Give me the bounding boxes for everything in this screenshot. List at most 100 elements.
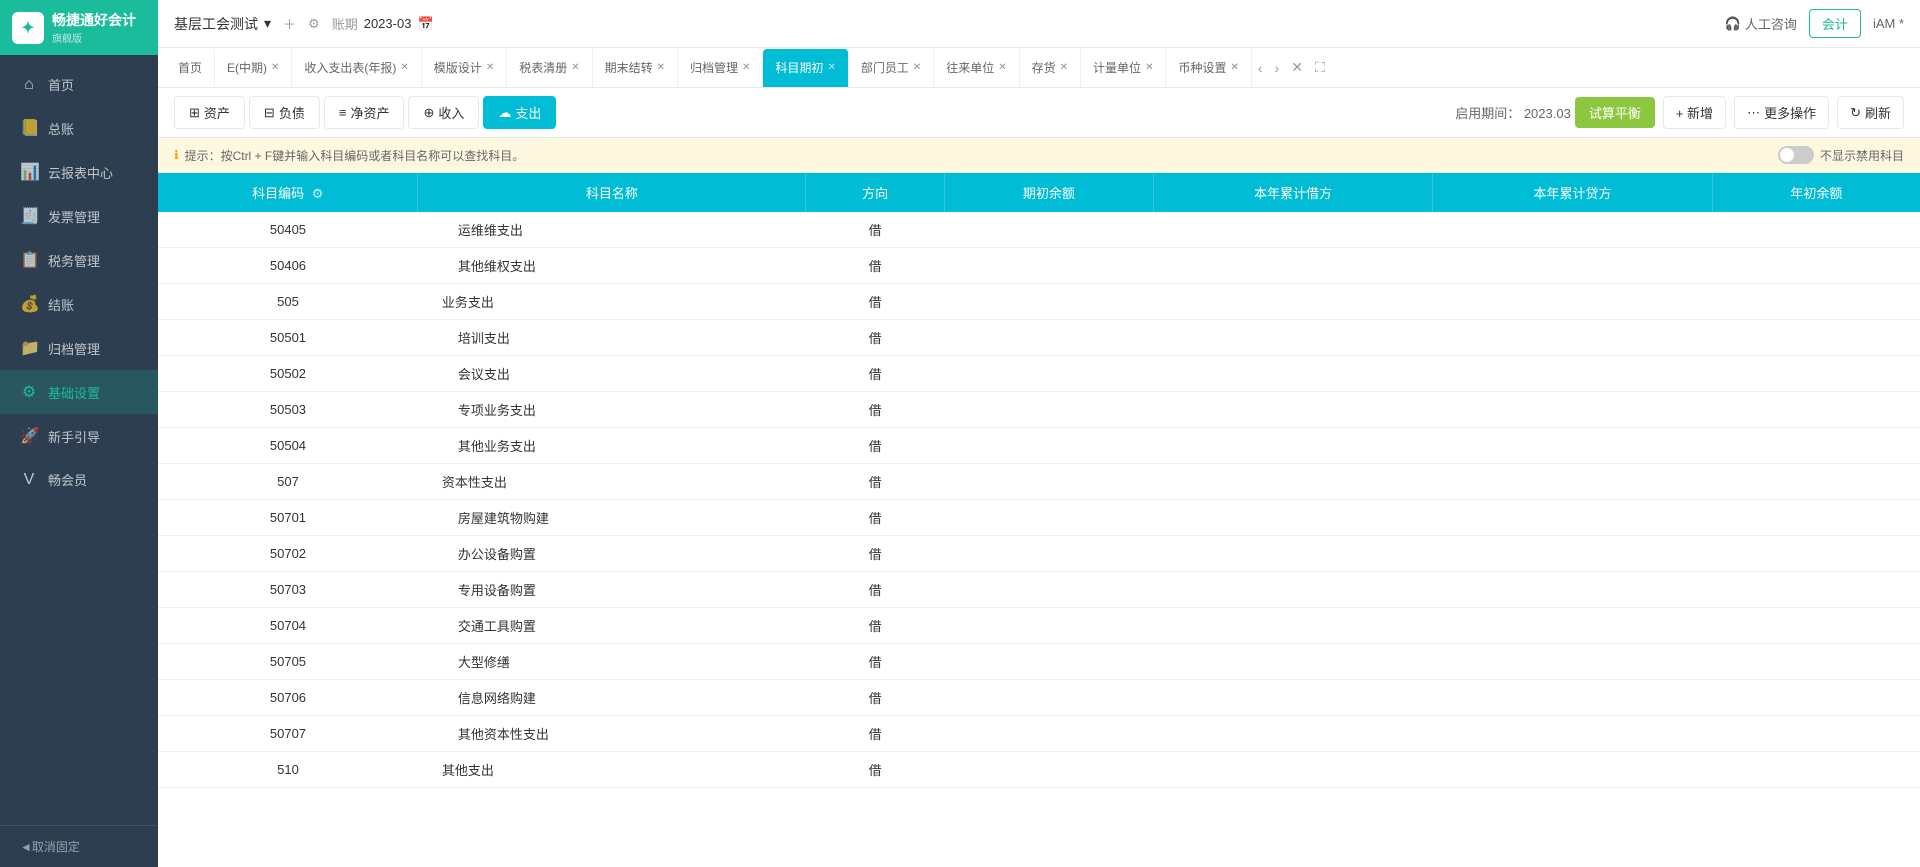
sidebar-item-tax[interactable]: 📋 税务管理 bbox=[0, 238, 158, 282]
col-settings-icon[interactable]: ⚙ bbox=[312, 186, 324, 202]
sidebar-item-invoice[interactable]: 🧾 发票管理 bbox=[0, 194, 158, 238]
cell-ytd-debit bbox=[1153, 572, 1433, 608]
tab-close-partners[interactable]: ✕ bbox=[998, 62, 1006, 73]
tab-tax_clear[interactable]: 税表清册✕ bbox=[507, 49, 592, 87]
sidebar-item-guide[interactable]: 🚀 新手引导 bbox=[0, 414, 158, 458]
cell-ytd-credit bbox=[1433, 608, 1713, 644]
company-selector[interactable]: 基层工会测试 ▾ bbox=[174, 14, 271, 34]
tab-partners[interactable]: 往来单位✕ bbox=[934, 49, 1019, 87]
cell-name: 其他业务支出 bbox=[418, 428, 806, 464]
table-row[interactable]: 50705 大型修缮 借 bbox=[158, 644, 1920, 680]
tab-prev-button[interactable]: ‹ bbox=[1252, 60, 1269, 76]
tab-close-tax_clear[interactable]: ✕ bbox=[571, 62, 579, 73]
table-row[interactable]: 507 资本性支出 借 bbox=[158, 464, 1920, 500]
filter-btn-liability[interactable]: ⊟负债 bbox=[249, 96, 320, 129]
table-body: 50405 运维维支出 借 50406 其他维权支出 借 505 业务支出 借 … bbox=[158, 212, 1920, 788]
table-row[interactable]: 50701 房屋建筑物购建 借 bbox=[158, 500, 1920, 536]
tab-expand-button[interactable]: ⛶ bbox=[1309, 59, 1331, 76]
sidebar-item-settings[interactable]: ⚙ 基础设置 bbox=[0, 370, 158, 414]
table-row[interactable]: 50702 办公设备购置 借 bbox=[158, 536, 1920, 572]
settings-icon[interactable]: ⚙ bbox=[308, 16, 320, 32]
sidebar-label-invoice: 发票管理 bbox=[48, 207, 100, 226]
table-row[interactable]: 50504 其他业务支出 借 bbox=[158, 428, 1920, 464]
cell-year-opening bbox=[1712, 608, 1920, 644]
cell-direction: 借 bbox=[806, 284, 944, 320]
tab-close-currency[interactable]: ✕ bbox=[1230, 62, 1238, 73]
table-row[interactable]: 50405 运维维支出 借 bbox=[158, 212, 1920, 248]
tab-dept[interactable]: 部门员工✕ bbox=[849, 49, 934, 87]
tab-close-income[interactable]: ✕ bbox=[400, 62, 408, 73]
sidebar-item-member[interactable]: V 畅会员 bbox=[0, 458, 158, 501]
tab-template[interactable]: 模版设计 ✕ bbox=[422, 49, 507, 87]
cell-ytd-credit bbox=[1433, 500, 1713, 536]
expenditure-filter-icon: ☁ bbox=[498, 105, 511, 121]
tab-next-button[interactable]: › bbox=[1269, 60, 1286, 76]
app-logo[interactable]: ✦ 畅捷通好会计 旗舰版 bbox=[0, 0, 158, 55]
table-row[interactable]: 50704 交通工具购置 借 bbox=[158, 608, 1920, 644]
tab-archive_mgmt[interactable]: 归档管理✕ bbox=[678, 49, 763, 87]
tab-close-period_end[interactable]: ✕ bbox=[657, 62, 665, 73]
filter-btn-income[interactable]: ⊕收入 bbox=[408, 96, 479, 129]
tab-income[interactable]: 收入支出表(年报)✕ bbox=[292, 49, 421, 87]
cell-name: 其他支出 bbox=[418, 752, 806, 788]
sidebar-item-home[interactable]: ⌂ 首页 bbox=[0, 63, 158, 106]
tab-period_end[interactable]: 期末结转✕ bbox=[593, 49, 678, 87]
filter-btn-net_assets[interactable]: ≡净资产 bbox=[324, 96, 405, 129]
sidebar-item-settlement[interactable]: 💰 结账 bbox=[0, 282, 158, 326]
disabled-toggle[interactable] bbox=[1778, 146, 1814, 164]
tab-close-all-button[interactable]: ✕ bbox=[1285, 59, 1309, 76]
tab-close-template[interactable]: ✕ bbox=[486, 62, 494, 73]
tab-label-template: 模版设计 bbox=[434, 59, 482, 76]
tab-label-home: 首页 bbox=[178, 59, 202, 76]
cell-name: 房屋建筑物购建 bbox=[418, 500, 806, 536]
tab-home[interactable]: 首页 bbox=[166, 49, 215, 87]
tab-inventory[interactable]: 存货✕ bbox=[1020, 49, 1081, 87]
cell-ytd-debit bbox=[1153, 428, 1433, 464]
table-row[interactable]: 50706 信息网络购建 借 bbox=[158, 680, 1920, 716]
table-row[interactable]: 510 其他支出 借 bbox=[158, 752, 1920, 788]
filter-btn-expenditure[interactable]: ☁支出 bbox=[483, 96, 556, 129]
filter-btn-assets[interactable]: ⊞资产 bbox=[174, 96, 245, 129]
sidebar-label-reports: 云报表中心 bbox=[48, 163, 113, 182]
table-row[interactable]: 50501 培训支出 借 bbox=[158, 320, 1920, 356]
cell-opening bbox=[944, 392, 1153, 428]
account-button[interactable]: 会计 bbox=[1809, 9, 1861, 38]
sidebar-label-guide: 新手引导 bbox=[48, 427, 100, 446]
plus-icon[interactable]: ＋ bbox=[283, 14, 296, 33]
tab-close-unit[interactable]: ✕ bbox=[1145, 62, 1153, 73]
table-row[interactable]: 505 业务支出 借 bbox=[158, 284, 1920, 320]
tab-currency[interactable]: 币种设置✕ bbox=[1166, 49, 1251, 87]
tab-subject_init[interactable]: 科目期初✕ bbox=[763, 49, 848, 87]
tab-close-inventory[interactable]: ✕ bbox=[1060, 62, 1068, 73]
table-row[interactable]: 50703 专用设备购置 借 bbox=[158, 572, 1920, 608]
tab-unit[interactable]: 计量单位✕ bbox=[1081, 49, 1166, 87]
table-row[interactable]: 50707 其他资本性支出 借 bbox=[158, 716, 1920, 752]
tab-close-dept[interactable]: ✕ bbox=[913, 62, 921, 73]
table-row[interactable]: 50406 其他维权支出 借 bbox=[158, 248, 1920, 284]
cell-ytd-debit bbox=[1153, 680, 1433, 716]
tab-mid_period[interactable]: E(中期)✕ bbox=[215, 49, 292, 87]
calendar-icon[interactable]: 📅 bbox=[417, 16, 433, 32]
more-button[interactable]: ⋯ 更多操作 bbox=[1734, 96, 1829, 129]
sidebar-item-ledger[interactable]: 📒 总账 bbox=[0, 106, 158, 150]
sidebar-collapse[interactable]: ◄取消固定 bbox=[0, 825, 158, 867]
page-content: ⊞资产⊟负债≡净资产⊕收入☁支出 启用期间： 2023.03 试算平衡 + 新增… bbox=[158, 88, 1920, 867]
balance-button[interactable]: 试算平衡 bbox=[1575, 97, 1655, 128]
refresh-button[interactable]: ↻ 刷新 bbox=[1837, 96, 1904, 129]
table-row[interactable]: 50502 会议支出 借 bbox=[158, 356, 1920, 392]
table-row[interactable]: 50503 专项业务支出 借 bbox=[158, 392, 1920, 428]
toggle-area[interactable]: 不显示禁用科目 bbox=[1778, 146, 1904, 164]
sidebar-item-reports[interactable]: 📊 云报表中心 bbox=[0, 150, 158, 194]
cell-ytd-debit bbox=[1153, 248, 1433, 284]
service-button[interactable]: 🎧 人工咨询 bbox=[1725, 14, 1797, 33]
cell-opening bbox=[944, 572, 1153, 608]
tab-close-subject_init[interactable]: ✕ bbox=[827, 62, 835, 73]
sidebar-label-tax: 税务管理 bbox=[48, 251, 100, 270]
tab-close-mid_period[interactable]: ✕ bbox=[271, 62, 279, 73]
tab-close-archive_mgmt[interactable]: ✕ bbox=[742, 62, 750, 73]
cell-opening bbox=[944, 248, 1153, 284]
cell-name: 培训支出 bbox=[418, 320, 806, 356]
chevron-down-icon[interactable]: ▾ bbox=[264, 15, 271, 32]
sidebar-item-archive[interactable]: 📁 归档管理 bbox=[0, 326, 158, 370]
add-button[interactable]: + 新增 bbox=[1663, 96, 1726, 129]
